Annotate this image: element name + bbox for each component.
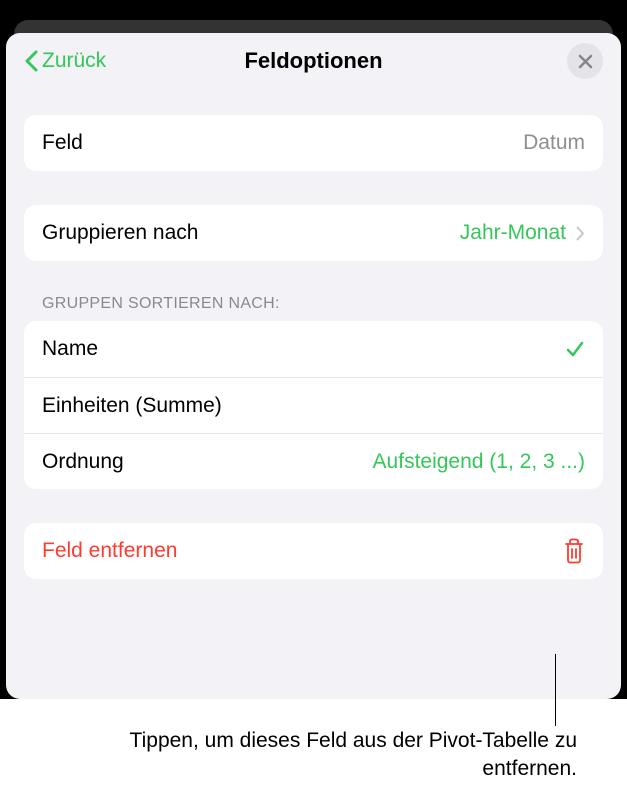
chevron-left-icon (24, 50, 38, 72)
field-group: Feld Datum (24, 115, 603, 171)
remove-field-row[interactable]: Feld entfernen (24, 523, 603, 579)
group-by-group: Gruppieren nach Jahr-Monat (24, 205, 603, 261)
field-label: Feld (42, 131, 83, 155)
sort-order-row[interactable]: Ordnung Aufsteigend (1, 2, 3 ...) (24, 433, 603, 489)
callout-leader-line (555, 654, 556, 726)
content-area: Feld Datum Gruppieren nach Jahr-Monat Gr… (6, 89, 621, 699)
group-by-row[interactable]: Gruppieren nach Jahr-Monat (24, 205, 603, 261)
navigation-bar: Zurück Feldoptionen (6, 33, 621, 89)
back-button[interactable]: Zurück (24, 49, 106, 73)
sort-section-header: Gruppen sortieren nach: (24, 295, 603, 321)
chevron-right-icon (576, 226, 585, 241)
sort-option-label: Einheiten (Summe) (42, 394, 222, 418)
field-options-sheet: Zurück Feldoptionen Feld Datum Gruppiere… (6, 33, 621, 699)
remove-field-label: Feld entfernen (42, 539, 177, 563)
checkmark-icon (565, 339, 585, 359)
back-label: Zurück (42, 49, 106, 73)
page-title: Feldoptionen (244, 48, 382, 74)
group-by-label: Gruppieren nach (42, 221, 198, 245)
callout-text: Tippen, um dieses Feld aus der Pivot-Tab… (80, 727, 577, 784)
remove-group: Feld entfernen (24, 523, 603, 579)
callout-area: Tippen, um dieses Feld aus der Pivot-Tab… (0, 699, 627, 806)
close-icon (578, 54, 593, 69)
close-button[interactable] (567, 43, 603, 79)
field-row[interactable]: Feld Datum (24, 115, 603, 171)
sort-option-label: Name (42, 337, 98, 361)
group-by-value: Jahr-Monat (460, 221, 566, 245)
field-value: Datum (523, 131, 585, 155)
sort-order-label: Ordnung (42, 450, 124, 474)
trash-icon (563, 538, 585, 564)
sort-group: Name Einheiten (Summe) Ordnung Aufsteige… (24, 321, 603, 489)
sort-order-value: Aufsteigend (1, 2, 3 ...) (373, 450, 585, 474)
sort-option-name[interactable]: Name (24, 321, 603, 377)
sort-option-units[interactable]: Einheiten (Summe) (24, 377, 603, 433)
